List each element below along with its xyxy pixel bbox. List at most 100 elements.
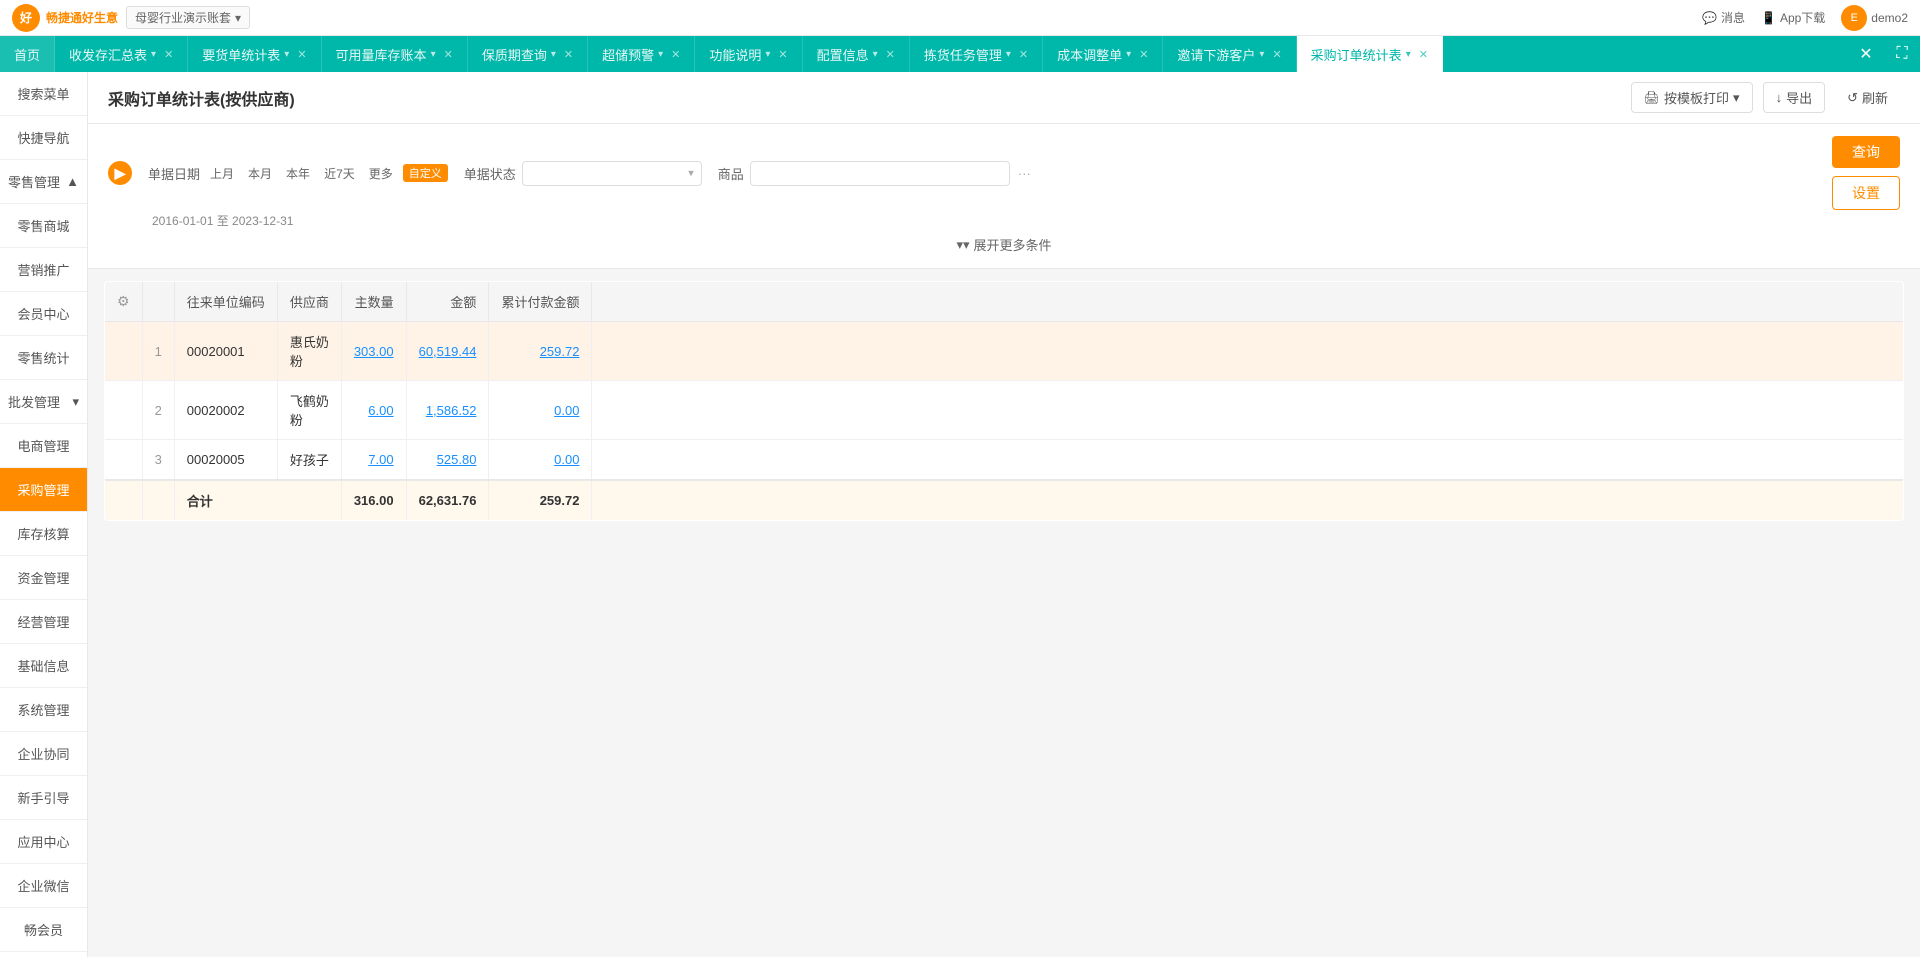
quantity-link[interactable]: 6.00 <box>368 403 393 418</box>
tab-baozhi[interactable]: 保质期查询 ▾ ✕ <box>468 36 588 72</box>
tab-close-icon9[interactable]: ✕ <box>1139 48 1148 61</box>
refresh-button[interactable]: ↺ 刷新 <box>1835 83 1900 112</box>
date-shortcut-lastmonth[interactable]: 上月 <box>206 163 238 184</box>
paid-link[interactable]: 259.72 <box>540 344 580 359</box>
sidebar-item-search[interactable]: 搜索菜单 <box>0 72 87 116</box>
close-tab-button[interactable]: ✕ <box>1848 36 1884 72</box>
sidebar-item-retailstats[interactable]: 零售统计 <box>0 336 87 380</box>
tab-close-icon6[interactable]: ✕ <box>778 48 787 61</box>
page-header: 采购订单统计表(按供应商) 🖨 按模板打印 ▾ ↓ 导出 ↺ 刷新 <box>88 72 1920 124</box>
tab-arrow-icon3: ▾ <box>431 49 436 60</box>
logo-text: 畅捷通好生意 <box>46 9 118 26</box>
th-code: 往来单位编码 <box>174 282 277 322</box>
cell-supplier: 飞鹤奶粉 <box>277 381 341 440</box>
tab-caigou-active[interactable]: 采购订单统计表 ▾ ✕ <box>1297 36 1443 72</box>
filter-expand-toggle[interactable]: ▶ <box>108 161 132 185</box>
sidebar-item-purchase[interactable]: 采购管理 <box>0 468 87 512</box>
quantity-link[interactable]: 303.00 <box>354 344 394 359</box>
tab-kuyong[interactable]: 可用量库存账本 ▾ ✕ <box>322 36 468 72</box>
cell-settings <box>105 381 143 440</box>
workspace-arrow-icon: ▾ <box>235 11 241 25</box>
sidebar-item-wechat[interactable]: 企业微信 <box>0 864 87 908</box>
tab-close-icon3[interactable]: ✕ <box>444 48 453 61</box>
workspace-name: 母婴行业演示账套 <box>135 9 231 26</box>
cell-empty <box>592 440 1904 481</box>
tab-close-icon4[interactable]: ✕ <box>564 48 573 61</box>
sidebar-item-ecommerce[interactable]: 电商管理 <box>0 424 87 468</box>
tab-home[interactable]: 首页 <box>0 36 55 72</box>
filter-status-item: 单据状态 ▾ <box>464 161 702 186</box>
sidebar-item-wholesale[interactable]: 批发管理 ▾ <box>0 380 87 424</box>
tab-yaoqing[interactable]: 邀请下游客户 ▾ ✕ <box>1163 36 1296 72</box>
query-button[interactable]: 查询 <box>1832 136 1900 168</box>
goods-more-icon[interactable]: ··· <box>1018 166 1031 181</box>
sidebar-item-retail[interactable]: 零售管理 ▲ <box>0 160 87 204</box>
tab-close-icon5[interactable]: ✕ <box>671 48 680 61</box>
tab-chaochuyujing-label: 超储预警 <box>602 45 654 64</box>
tab-chaochuyujing[interactable]: 超储预警 ▾ ✕ <box>588 36 695 72</box>
amount-link[interactable]: 60,519.44 <box>419 344 477 359</box>
sidebar-item-finance[interactable]: 资金管理 <box>0 556 87 600</box>
workspace-selector[interactable]: 母婴行业演示账套 ▾ <box>126 6 250 29</box>
tab-close-icon2[interactable]: ✕ <box>297 48 306 61</box>
footer-label: 合计 <box>174 480 341 521</box>
goods-input[interactable] <box>750 161 1010 186</box>
tab-shoufacun[interactable]: 收发存汇总表 ▾ ✕ <box>55 36 188 72</box>
expand-more-button[interactable]: ▾▾ 展开更多条件 <box>956 235 1051 254</box>
sidebar-item-quicknav[interactable]: 快捷导航 <box>0 116 87 160</box>
footer-empty1 <box>105 480 143 521</box>
user-profile[interactable]: E demo2 <box>1841 5 1908 31</box>
status-select-wrapper: ▾ <box>522 161 702 186</box>
sidebar-item-basicinfo[interactable]: 基础信息 <box>0 644 87 688</box>
date-shortcut-thismonth[interactable]: 本月 <box>244 163 276 184</box>
date-shortcut-more[interactable]: 更多 <box>365 163 397 184</box>
sidebar-item-marketing[interactable]: 营销推广 <box>0 248 87 292</box>
tab-close-icon8[interactable]: ✕ <box>1019 48 1028 61</box>
sidebar-item-member[interactable]: 会员中心 <box>0 292 87 336</box>
tab-arrow-icon7: ▾ <box>873 49 878 60</box>
main-content: 采购订单统计表(按供应商) 🖨 按模板打印 ▾ ↓ 导出 ↺ 刷新 <box>88 72 1920 957</box>
tab-gongneng[interactable]: 功能说明 ▾ ✕ <box>695 36 802 72</box>
date-shortcut-7days[interactable]: 近7天 <box>320 163 359 184</box>
maximize-tab-button[interactable]: ⛶ <box>1884 36 1920 72</box>
paid-link[interactable]: 0.00 <box>554 403 579 418</box>
sidebar-arrow-icon: ▲ <box>66 174 79 189</box>
amount-link[interactable]: 525.80 <box>437 452 477 467</box>
sidebar-item-retailshop[interactable]: 零售商城 <box>0 204 87 248</box>
tab-yaohuo[interactable]: 要货单统计表 ▾ ✕ <box>188 36 321 72</box>
tab-close-icon11[interactable]: ✕ <box>1419 48 1428 61</box>
print-button[interactable]: 🖨 按模板打印 ▾ <box>1631 82 1753 113</box>
tab-jianhuo[interactable]: 拣货任务管理 ▾ ✕ <box>910 36 1043 72</box>
print-arrow-icon: ▾ <box>1733 90 1740 106</box>
sidebar-item-appcenter[interactable]: 应用中心 <box>0 820 87 864</box>
tab-close-icon[interactable]: ✕ <box>164 48 173 61</box>
message-button[interactable]: 💬 消息 <box>1702 9 1745 26</box>
cell-supplier: 惠氏奶粉 <box>277 322 341 381</box>
quantity-link[interactable]: 7.00 <box>368 452 393 467</box>
sidebar-item-inventory[interactable]: 库存核算 <box>0 512 87 556</box>
column-settings-icon[interactable]: ⚙ <box>117 293 130 309</box>
export-button[interactable]: ↓ 导出 <box>1763 82 1826 113</box>
tab-close-icon7[interactable]: ✕ <box>886 48 895 61</box>
filter-date-label: 单据日期 <box>148 164 200 183</box>
app-download-button[interactable]: 📱 App下载 <box>1761 9 1825 26</box>
page-actions: 🖨 按模板打印 ▾ ↓ 导出 ↺ 刷新 <box>1631 82 1901 113</box>
sidebar-item-member2[interactable]: 畅会员 <box>0 908 87 952</box>
sidebar-item-newguide[interactable]: 新手引导 <box>0 776 87 820</box>
tab-peizhi[interactable]: 配置信息 ▾ ✕ <box>803 36 910 72</box>
date-shortcut-thisyear[interactable]: 本年 <box>282 163 314 184</box>
cell-settings <box>105 440 143 481</box>
tab-close-icon10[interactable]: ✕ <box>1272 48 1281 61</box>
sidebar-item-system[interactable]: 系统管理 <box>0 688 87 732</box>
sidebar-item-enterprise[interactable]: 企业协同 <box>0 732 87 776</box>
th-settings: ⚙ <box>105 282 143 322</box>
sidebar: 搜索菜单 快捷导航 零售管理 ▲ 零售商城 营销推广 会员中心 零售统计 批发管… <box>0 72 88 957</box>
settings-button[interactable]: 设置 <box>1832 176 1900 210</box>
paid-link[interactable]: 0.00 <box>554 452 579 467</box>
date-custom-badge[interactable]: 自定义 <box>403 164 448 182</box>
sidebar-item-business[interactable]: 经营管理 <box>0 600 87 644</box>
amount-link[interactable]: 1,586.52 <box>426 403 477 418</box>
logo-area: 好 畅捷通好生意 <box>12 4 118 32</box>
tab-chengben[interactable]: 成本调整单 ▾ ✕ <box>1043 36 1163 72</box>
status-select[interactable] <box>522 161 702 186</box>
